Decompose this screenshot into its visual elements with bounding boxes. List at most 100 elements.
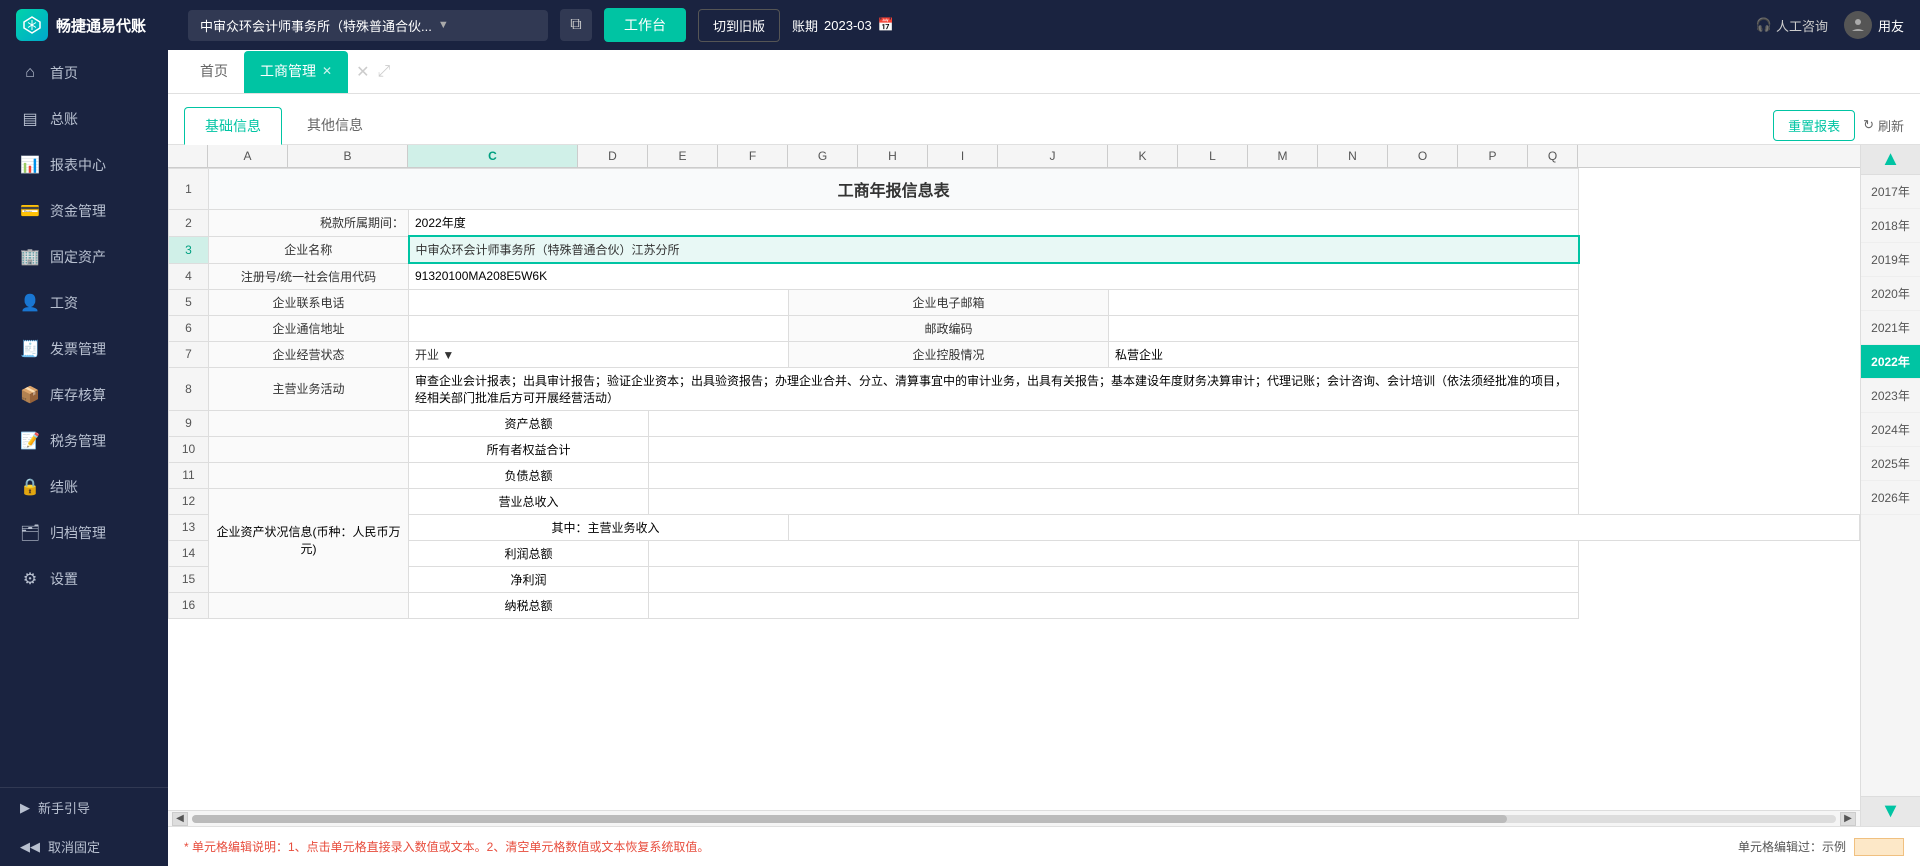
sidebar-item-asset[interactable]: 🏢 固定资产 — [0, 234, 168, 280]
cell-14-profit-value[interactable] — [649, 540, 1579, 566]
copy-button[interactable]: ⧉ — [560, 9, 592, 41]
year-item-2025[interactable]: 2025年 — [1861, 447, 1920, 481]
sheet-title-cell[interactable]: 工商年报信息表 — [209, 169, 1579, 210]
h-scroll-bar[interactable]: ◀ ▶ — [168, 810, 1860, 826]
tabs-bar: 首页 工商管理 ✕ ✕ ⤢ — [168, 50, 1920, 94]
year-item-2020[interactable]: 2020年 — [1861, 277, 1920, 311]
cell-8-biz-value[interactable]: 审查企业会计报表；出具审计报告；验证企业资本；出具验资报告；办理企业合并、分立、… — [409, 367, 1579, 410]
cell-2-label: 税款所属期间： — [209, 210, 409, 237]
cell-7-control[interactable]: 私营企业 — [1109, 341, 1579, 367]
cell-16-empty — [209, 592, 409, 618]
cell-10-equity-value[interactable] — [649, 436, 1579, 462]
tab-close-icon[interactable]: ✕ — [322, 64, 332, 78]
cell-5-email[interactable] — [1109, 289, 1579, 315]
year-scroll-up[interactable]: ▲ — [1861, 145, 1920, 175]
table-row: 14 利润总额 — [169, 540, 1860, 566]
year-item-2024[interactable]: 2024年 — [1861, 413, 1920, 447]
refresh-button[interactable]: ↻ 刷新 — [1863, 116, 1904, 135]
cell-7-status[interactable]: 开业 ▼ — [409, 341, 789, 367]
sidebar-item-close[interactable]: 🔒 结账 — [0, 464, 168, 510]
sidebar: ⌂ 首页 ▤ 总账 📊 报表中心 💳 资金管理 🏢 固定资产 👤 工资 🧾 发票… — [0, 50, 168, 866]
company-dropdown-icon: ▼ — [438, 19, 449, 31]
company-selector[interactable]: 中审众环会计师事务所（特殊普通合伙... ▼ — [188, 10, 548, 41]
sidebar-item-inventory[interactable]: 📦 库存核算 — [0, 372, 168, 418]
new-guide-button[interactable]: ▶ 新手引导 — [0, 788, 168, 827]
col-header-b: B — [288, 145, 408, 167]
cell-15-netprofit-value[interactable] — [649, 566, 1579, 592]
year-item-2017[interactable]: 2017年 — [1861, 175, 1920, 209]
col-header-i: I — [928, 145, 998, 167]
year-item-2026[interactable]: 2026年 — [1861, 481, 1920, 515]
cell-12-section-label: 企业资产状况信息(币种：人民币万元) — [209, 488, 409, 592]
app-title: 畅捷通易代账 — [56, 15, 146, 36]
tab-home[interactable]: 首页 — [184, 51, 244, 93]
table-row: 13 其中：主营业务收入 — [169, 514, 1860, 540]
table-row: 11 负债总额 — [169, 462, 1860, 488]
unpin-button[interactable]: ◀◀ 取消固定 — [0, 827, 168, 866]
sidebar-item-report[interactable]: 📊 报表中心 — [0, 142, 168, 188]
cell-8-biz-label: 主营业务活动 — [209, 367, 409, 410]
cell-3-value[interactable]: 中审众环会计师事务所（特殊普通合伙）江苏分所 — [409, 236, 1579, 263]
cell-6-post[interactable] — [1109, 315, 1579, 341]
sidebar-item-archive[interactable]: 🗂 归档管理 — [0, 510, 168, 556]
year-scroll-down[interactable]: ▼ — [1861, 796, 1920, 826]
spreadsheet-scroll[interactable]: 1 工商年报信息表 2 税款所属期间： 2022年度 — [168, 168, 1860, 810]
sidebar-item-settings[interactable]: ⚙ 设置 — [0, 556, 168, 602]
cell-12-revenue-value[interactable] — [649, 488, 1579, 514]
row-num-3: 3 — [169, 236, 209, 263]
cell-16-tax-value[interactable] — [649, 592, 1579, 618]
row-num-9: 9 — [169, 410, 209, 436]
user-area[interactable]: 用友 — [1844, 11, 1904, 39]
fund-icon: 💳 — [20, 201, 40, 221]
year-item-2019[interactable]: 2019年 — [1861, 243, 1920, 277]
cell-9-asset-value[interactable] — [649, 410, 1579, 436]
cell-11-empty — [209, 462, 409, 488]
oldversion-button[interactable]: 切到旧版 — [698, 9, 780, 42]
cell-edit-hint: * 单元格编辑说明：1、点击单元格直接录入数值或文本。2、清空单元格数值或文本恢… — [184, 838, 709, 855]
h-scroll-right-arrow[interactable]: ▶ — [1840, 812, 1856, 826]
year-item-2021[interactable]: 2021年 — [1861, 311, 1920, 345]
archive-icon: 🗂 — [20, 523, 40, 543]
sub-tab-other[interactable]: 其他信息 — [286, 106, 384, 144]
year-list: 2017年 2018年 2019年 2020年 2021年 2022年 2023… — [1861, 175, 1920, 796]
sidebar-item-fund[interactable]: 💳 资金管理 — [0, 188, 168, 234]
headset-icon: 🎧 — [1756, 17, 1772, 33]
sub-tab-basic-label: 基础信息 — [205, 118, 261, 134]
row-num-1: 1 — [169, 169, 209, 210]
sidebar-item-tax[interactable]: 📝 税务管理 — [0, 418, 168, 464]
sidebar-item-invoice[interactable]: 🧾 发票管理 — [0, 326, 168, 372]
cell-10-equity-label: 所有者权益合计 — [409, 436, 649, 462]
cell-13-main-rev-value[interactable] — [789, 514, 1860, 540]
h-scroll-left-arrow[interactable]: ◀ — [172, 812, 188, 826]
h-scroll-track[interactable] — [192, 815, 1836, 823]
year-item-2023[interactable]: 2023年 — [1861, 379, 1920, 413]
tab-biz[interactable]: 工商管理 ✕ — [244, 51, 348, 93]
row-num-6: 6 — [169, 315, 209, 341]
period-label: 账期 — [792, 16, 818, 35]
year-item-2022[interactable]: 2022年 — [1861, 345, 1920, 379]
sub-tab-basic[interactable]: 基础信息 — [184, 107, 282, 145]
reset-report-button[interactable]: 重置报表 — [1773, 110, 1855, 141]
support-button[interactable]: 🎧 人工咨询 — [1756, 16, 1828, 35]
cell-13-main-rev-label: 其中：主营业务收入 — [409, 514, 789, 540]
calendar-icon[interactable]: 📅 — [878, 17, 894, 33]
cell-2-value[interactable]: 2022年度 — [409, 210, 1579, 237]
sidebar-item-wage[interactable]: 👤 工资 — [0, 280, 168, 326]
workbench-button[interactable]: 工作台 — [604, 8, 686, 42]
sidebar-item-ledger[interactable]: ▤ 总账 — [0, 96, 168, 142]
row-num-4: 4 — [169, 263, 209, 289]
table-row: 10 所有者权益合计 — [169, 436, 1860, 462]
sidebar-item-label: 发票管理 — [50, 339, 106, 359]
sidebar-item-home[interactable]: ⌂ 首页 — [0, 50, 168, 96]
cell-6-address[interactable] — [409, 315, 789, 341]
sidebar-item-label: 设置 — [50, 569, 78, 589]
row-num-13: 13 — [169, 514, 209, 540]
row-num-12: 12 — [169, 488, 209, 514]
cell-4-value[interactable]: 91320100MA208E5W6K — [409, 263, 1579, 289]
year-item-2018[interactable]: 2018年 — [1861, 209, 1920, 243]
window-maximize-button[interactable]: ⤢ — [377, 63, 390, 81]
window-close-button[interactable]: ✕ — [356, 62, 369, 82]
cell-5-phone[interactable] — [409, 289, 789, 315]
cell-9-asset-label: 资产总额 — [409, 410, 649, 436]
cell-11-debt-value[interactable] — [649, 462, 1579, 488]
